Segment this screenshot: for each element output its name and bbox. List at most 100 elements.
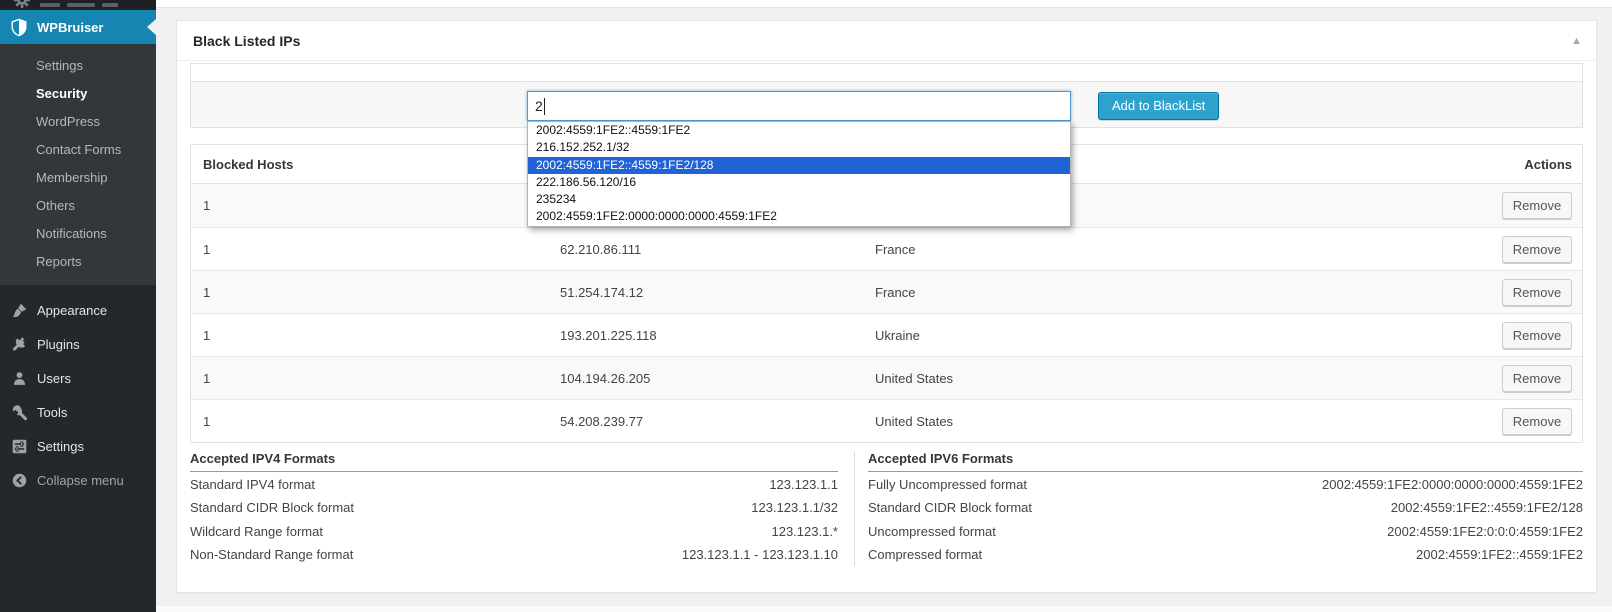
shield-icon <box>11 18 27 36</box>
submenu-item-others[interactable]: Others <box>0 192 156 220</box>
format-row: Standard CIDR Block format 2002:4559:1FE… <box>868 496 1583 520</box>
format-label: Wildcard Range format <box>190 523 323 539</box>
format-value: 123.123.1.1 <box>769 476 838 492</box>
remove-button[interactable]: Remove <box>1502 321 1572 349</box>
accepted-formats-section: Accepted IPV4 Formats Standard IPV4 form… <box>190 451 1583 566</box>
host-ip: 51.254.174.12 <box>560 284 644 300</box>
blacklist-form: 2 Add to BlackList 2002:4559:1FE2::4559:… <box>190 63 1583 227</box>
panel-body: 2 Add to BlackList 2002:4559:1FE2::4559:… <box>177 61 1596 566</box>
format-label: Standard CIDR Block format <box>190 500 355 515</box>
wpbruiser-submenu: Settings Security WordPress Contact Form… <box>0 44 156 285</box>
brush-icon <box>9 300 29 320</box>
add-to-blacklist-button[interactable]: Add to BlackList <box>1098 92 1220 120</box>
panel-title: Black Listed IPs <box>193 32 301 49</box>
host-country: Ukraine <box>875 327 920 343</box>
partial-menu-item-above <box>0 0 156 10</box>
format-value: 123.123.1.1/32 <box>751 500 838 515</box>
format-label: Uncompressed format <box>868 523 996 539</box>
remove-button[interactable]: Remove <box>1502 278 1572 306</box>
previous-card-edge <box>156 0 1612 8</box>
sidebar-item-wpbruiser[interactable]: WPBruiser <box>0 10 156 44</box>
column-header-actions: Actions <box>1524 156 1572 172</box>
table-row: 1 193.201.225.118 Ukraine Remove <box>191 313 1582 356</box>
menu-item-label: Users <box>37 370 71 386</box>
host-hits: 1 <box>203 413 211 429</box>
host-ip: 193.201.225.118 <box>560 327 657 343</box>
ipv4-formats-title: Accepted IPV4 Formats <box>190 451 838 472</box>
suggestion-item[interactable]: 2002:4559:1FE2:0000:0000:0000:4559:1FE2 <box>528 208 1070 225</box>
ipv4-formats: Accepted IPV4 Formats Standard IPV4 form… <box>190 451 854 566</box>
submenu-item-contact-forms[interactable]: Contact Forms <box>0 136 156 164</box>
sidebar-item-appearance[interactable]: Appearance <box>0 293 156 327</box>
format-row: Fully Uncompressed format 2002:4559:1FE2… <box>868 472 1583 496</box>
sliders-icon <box>9 436 29 456</box>
format-label: Fully Uncompressed format <box>868 476 1027 492</box>
submenu-item-security[interactable]: Security <box>0 80 156 108</box>
host-ip: 104.194.26.205 <box>560 370 651 386</box>
host-hits: 1 <box>203 241 211 257</box>
host-country: United States <box>875 413 954 429</box>
suggestion-item[interactable]: 216.152.252.1/32 <box>528 139 1070 156</box>
format-value: 2002:4559:1FE2::4559:1FE2/128 <box>1390 500 1583 515</box>
submenu-item-notifications[interactable]: Notifications <box>0 220 156 248</box>
host-ip: 54.208.239.77 <box>560 413 644 429</box>
sidebar-item-users[interactable]: Users <box>0 361 156 395</box>
autocomplete-dropdown: 2002:4559:1FE2::4559:1FE2 216.152.252.1/… <box>527 121 1071 227</box>
table-row: 1 51.254.174.12 France Remove <box>191 270 1582 313</box>
current-menu-arrow <box>147 19 156 35</box>
collapse-icon <box>9 470 29 490</box>
format-label: Compressed format <box>868 547 983 562</box>
partial-menu-text <box>40 3 118 7</box>
format-row: Wildcard Range format 123.123.1.* <box>190 519 838 543</box>
suggestion-item[interactable]: 222.186.56.120/16 <box>528 174 1070 191</box>
suggestion-item-selected[interactable]: 2002:4559:1FE2::4559:1FE2/128 <box>528 156 1070 174</box>
submenu-item-reports[interactable]: Reports <box>0 248 156 276</box>
sidebar-item-settings[interactable]: Settings <box>0 429 156 463</box>
host-ip: 62.210.86.111 <box>560 241 642 257</box>
sidebar-item-label: WPBruiser <box>37 19 104 35</box>
format-row: Non-Standard Range format 123.123.1.1 - … <box>190 543 838 567</box>
format-row: Uncompressed format 2002:4559:1FE2:0:0:0… <box>868 519 1583 543</box>
format-value: 123.123.1.1 - 123.123.1.10 <box>681 547 838 562</box>
sidebar-item-plugins[interactable]: Plugins <box>0 327 156 361</box>
ipv6-formats: Accepted IPV6 Formats Fully Uncompressed… <box>854 451 1583 566</box>
format-row: Compressed format 2002:4559:1FE2::4559:1… <box>868 543 1583 567</box>
sidebar-item-tools[interactable]: Tools <box>0 395 156 429</box>
gear-icon <box>13 0 31 9</box>
format-row: Standard IPV4 format 123.123.1.1 <box>190 472 838 496</box>
panel-header: Black Listed IPs ▲ <box>177 21 1596 61</box>
admin-main-menu: Appearance Plugins Users Tools Settings … <box>0 293 156 497</box>
column-header-blocked-hosts: Blocked Hosts <box>203 156 294 172</box>
input-value: 2 <box>535 98 543 114</box>
menu-item-label: Tools <box>37 404 68 420</box>
format-label: Standard IPV4 format <box>190 476 316 492</box>
admin-sidebar: WPBruiser Settings Security WordPress Co… <box>0 0 156 612</box>
collapse-menu-button[interactable]: Collapse menu <box>0 463 156 497</box>
remove-button[interactable]: Remove <box>1502 407 1572 435</box>
next-card-edge <box>156 606 1612 612</box>
remove-button[interactable]: Remove <box>1502 192 1572 219</box>
submenu-item-settings[interactable]: Settings <box>0 52 156 80</box>
host-hits: 1 <box>203 370 211 386</box>
remove-button[interactable]: Remove <box>1502 235 1572 263</box>
suggestion-item[interactable]: 2002:4559:1FE2::4559:1FE2 <box>528 122 1070 139</box>
blacklisted-ips-panel: Black Listed IPs ▲ 2 Add to BlackList 20… <box>176 20 1597 593</box>
plugin-icon <box>9 334 29 354</box>
remove-button[interactable]: Remove <box>1502 364 1572 392</box>
text-caret <box>543 97 545 115</box>
user-icon <box>9 368 29 388</box>
host-country: United States <box>875 370 954 386</box>
panel-collapse-toggle[interactable]: ▲ <box>1571 33 1582 49</box>
blacklist-ip-input[interactable]: 2 <box>527 91 1071 121</box>
host-country: France <box>875 241 916 257</box>
format-row: Standard CIDR Block format 123.123.1.1/3… <box>190 496 838 520</box>
content-area: Black Listed IPs ▲ 2 Add to BlackList 20… <box>156 0 1612 612</box>
table-row: 1 62.210.86.111 France Remove <box>191 227 1582 270</box>
submenu-item-membership[interactable]: Membership <box>0 164 156 192</box>
host-hits: 1 <box>203 327 211 343</box>
form-header-row <box>191 64 1582 82</box>
submenu-item-wordpress[interactable]: WordPress <box>0 108 156 136</box>
format-label: Standard CIDR Block format <box>868 500 1033 515</box>
menu-item-label: Settings <box>37 438 84 454</box>
suggestion-item[interactable]: 235234 <box>528 191 1070 208</box>
